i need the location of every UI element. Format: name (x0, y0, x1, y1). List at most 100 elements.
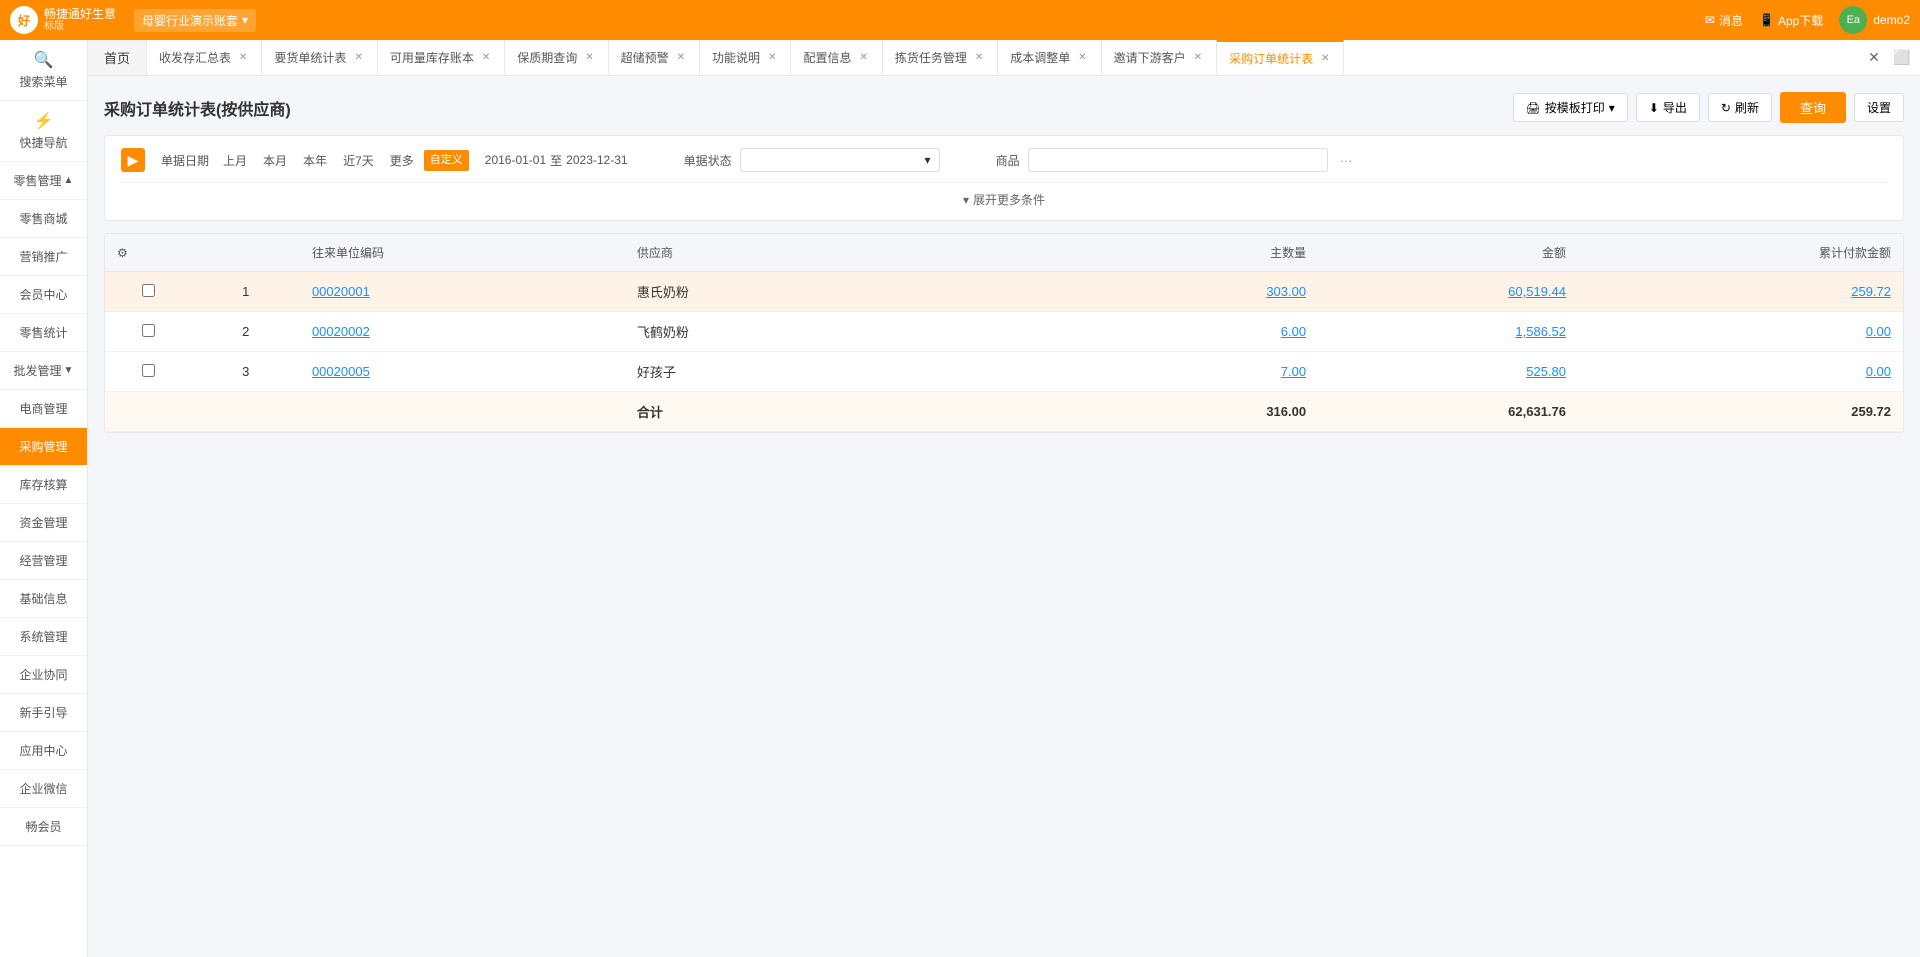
sidebar-item-member[interactable]: 会员中心 (0, 276, 87, 314)
sidebar-item-system[interactable]: 系统管理 (0, 618, 87, 656)
sidebar-item-retail-store[interactable]: 零售商城 (0, 200, 87, 238)
tab-function-desc[interactable]: 功能说明 ✕ (700, 40, 791, 75)
tab-close-overstock-alert[interactable]: ✕ (675, 50, 687, 65)
tab-invite-downstream[interactable]: 邀请下游客户 ✕ (1102, 40, 1217, 75)
print-dropdown-icon: ▾ (1609, 101, 1615, 115)
tab-purchase-order-stats[interactable]: 采购订单统计表 ✕ (1217, 40, 1344, 75)
shortcut-7-days[interactable]: 近7天 (337, 150, 380, 171)
row-paid: 0.00 (1578, 312, 1903, 352)
tab-close-pick-task[interactable]: ✕ (973, 50, 985, 65)
row-amount: 525.80 (1318, 352, 1578, 392)
print-icon: 🖨 (1526, 101, 1541, 115)
shortcut-this-month[interactable]: 本月 (257, 150, 293, 171)
sidebar-item-wholesale[interactable]: 批发管理 ▼ (0, 352, 87, 390)
workspace-selector[interactable]: 母婴行业演示账套 ▾ (134, 9, 256, 32)
tab-close-cost-adjust[interactable]: ✕ (1076, 50, 1088, 65)
table-footer-row: 合计 316.00 62,631.76 259.72 (105, 392, 1903, 432)
sidebar-item-ecommerce[interactable]: 电商管理 (0, 390, 87, 428)
date-label: 单据日期 (161, 152, 209, 169)
col-header-checkbox: ⚙ (105, 234, 192, 272)
refresh-btn[interactable]: ↻ 刷新 (1708, 93, 1772, 122)
tab-close-all-btn[interactable]: ✕ (1864, 48, 1884, 68)
filter-row-main: ▶ 单据日期 上月 本月 本年 近7天 更多 自定义 2016-0 (121, 148, 1887, 172)
shortcut-last-month[interactable]: 上月 (217, 150, 253, 171)
tab-pick-task[interactable]: 拣货任务管理 ✕ (883, 40, 998, 75)
footer-label: 合计 (625, 392, 1058, 432)
row-supplier: 飞鹤奶粉 (625, 312, 1058, 352)
goods-label: 商品 (996, 152, 1020, 169)
sidebar-item-newuser[interactable]: 新手引导 (0, 694, 87, 732)
tab-close-inventory-ledger[interactable]: ✕ (480, 50, 492, 65)
filter-date-item: 单据日期 上月 本月 本年 近7天 更多 自定义 (161, 150, 469, 171)
shortcut-this-year[interactable]: 本年 (297, 150, 333, 171)
tab-close-purchase-order-stats[interactable]: ✕ (1319, 51, 1331, 66)
sidebar-item-purchase[interactable]: 采购管理 (0, 428, 87, 466)
custom-badge: 自定义 (424, 150, 469, 171)
message-btn[interactable]: ✉ 消息 (1705, 12, 1743, 29)
tab-close-receive-send[interactable]: ✕ (237, 50, 249, 65)
main-layout: 🔍 搜索菜单 ⚡ 快捷导航 零售管理 ▲ 零售商城 营销推广 会员中心 零售统计… (0, 40, 1920, 957)
sidebar-item-enterprise[interactable]: 企业协同 (0, 656, 87, 694)
tab-restore-btn[interactable]: ⬜ (1892, 48, 1912, 68)
query-btn[interactable]: 查询 (1780, 92, 1846, 123)
row-code: 00020002 (300, 312, 625, 352)
row-num: 2 (192, 312, 300, 352)
filter-area: ▶ 单据日期 上月 本月 本年 近7天 更多 自定义 2016-0 (104, 135, 1904, 221)
sidebar-item-vip[interactable]: 畅会员 (0, 808, 87, 846)
col-header-paid: 累计付款金额 (1578, 234, 1903, 272)
refresh-icon: ↻ (1721, 101, 1731, 115)
export-btn[interactable]: ⬇ 导出 (1636, 93, 1700, 122)
goods-input[interactable] (1028, 148, 1328, 172)
user-area[interactable]: Ea demo2 (1839, 6, 1910, 34)
goods-more-icon[interactable]: ··· (1340, 153, 1353, 168)
sidebar-item-wechat[interactable]: 企业微信 (0, 770, 87, 808)
avatar: Ea (1839, 6, 1867, 34)
tab-close-invite-downstream[interactable]: ✕ (1192, 50, 1204, 65)
sidebar-item-marketing[interactable]: 营销推广 (0, 238, 87, 276)
row-checkbox[interactable] (105, 272, 192, 312)
sidebar-item-search[interactable]: 🔍 搜索菜单 (0, 40, 87, 101)
sidebar-item-operations[interactable]: 经营管理 (0, 542, 87, 580)
tab-close-config-info[interactable]: ✕ (857, 50, 869, 65)
date-shortcuts: 上月 本月 本年 近7天 更多 自定义 (217, 150, 469, 171)
tab-close-warranty-query[interactable]: ✕ (583, 50, 595, 65)
sidebar-item-retail-stats[interactable]: 零售统计 (0, 314, 87, 352)
tab-warranty-query[interactable]: 保质期查询 ✕ (505, 40, 608, 75)
row-qty: 303.00 (1058, 272, 1318, 312)
sidebar-item-finance[interactable]: 资金管理 (0, 504, 87, 542)
tab-close-function-desc[interactable]: ✕ (766, 50, 778, 65)
status-dropdown-icon: ▾ (925, 153, 931, 167)
tab-config-info[interactable]: 配置信息 ✕ (791, 40, 882, 75)
filter-toggle-btn[interactable]: ▶ (121, 148, 145, 172)
tab-cost-adjust[interactable]: 成本调整单 ✕ (998, 40, 1101, 75)
print-btn[interactable]: 🖨 按模板打印 ▾ (1513, 93, 1628, 122)
sidebar-item-quick-nav[interactable]: ⚡ 快捷导航 (0, 101, 87, 162)
footer-qty: 316.00 (1058, 392, 1318, 432)
row-checkbox[interactable] (105, 312, 192, 352)
row-checkbox[interactable] (105, 352, 192, 392)
page-title: 采购订单统计表(按供应商) (104, 96, 291, 120)
app-download-btn[interactable]: 📱 App下载 (1759, 12, 1823, 29)
tab-requisition-stats[interactable]: 要货单统计表 ✕ (262, 40, 377, 75)
tab-close-requisition-stats[interactable]: ✕ (352, 50, 364, 65)
status-select[interactable]: ▾ (740, 148, 940, 172)
chevron-up-icon: ▲ (64, 175, 74, 186)
col-header-amount: 金额 (1318, 234, 1578, 272)
content-area: 首页 收发存汇总表 ✕ 要货单统计表 ✕ 可用量库存账本 ✕ 保质期查询 ✕ 超… (88, 40, 1920, 957)
row-num: 3 (192, 352, 300, 392)
tab-home[interactable]: 首页 (88, 40, 147, 75)
sidebar-item-retail[interactable]: 零售管理 ▲ (0, 162, 87, 200)
sidebar-item-inventory[interactable]: 库存核算 (0, 466, 87, 504)
tab-receive-send[interactable]: 收发存汇总表 ✕ (147, 40, 262, 75)
tab-inventory-ledger[interactable]: 可用量库存账本 ✕ (378, 40, 505, 75)
tab-overstock-alert[interactable]: 超储预警 ✕ (609, 40, 700, 75)
sidebar-item-appcenter[interactable]: 应用中心 (0, 732, 87, 770)
page-actions: 🖨 按模板打印 ▾ ⬇ 导出 ↻ 刷新 查询 设置 (1513, 92, 1904, 123)
date-to: 2023-12-31 (566, 153, 627, 167)
data-table: ⚙ 往来单位编码 供应商 主数量 金额 累计付款金额 1 000200 (105, 234, 1903, 432)
settings-icon[interactable]: ⚙ (117, 246, 128, 260)
sidebar-item-basics[interactable]: 基础信息 (0, 580, 87, 618)
shortcut-more[interactable]: 更多 (384, 150, 420, 171)
expand-conditions-btn[interactable]: ▾ 展开更多条件 (121, 182, 1887, 208)
settings-btn[interactable]: 设置 (1854, 93, 1904, 122)
